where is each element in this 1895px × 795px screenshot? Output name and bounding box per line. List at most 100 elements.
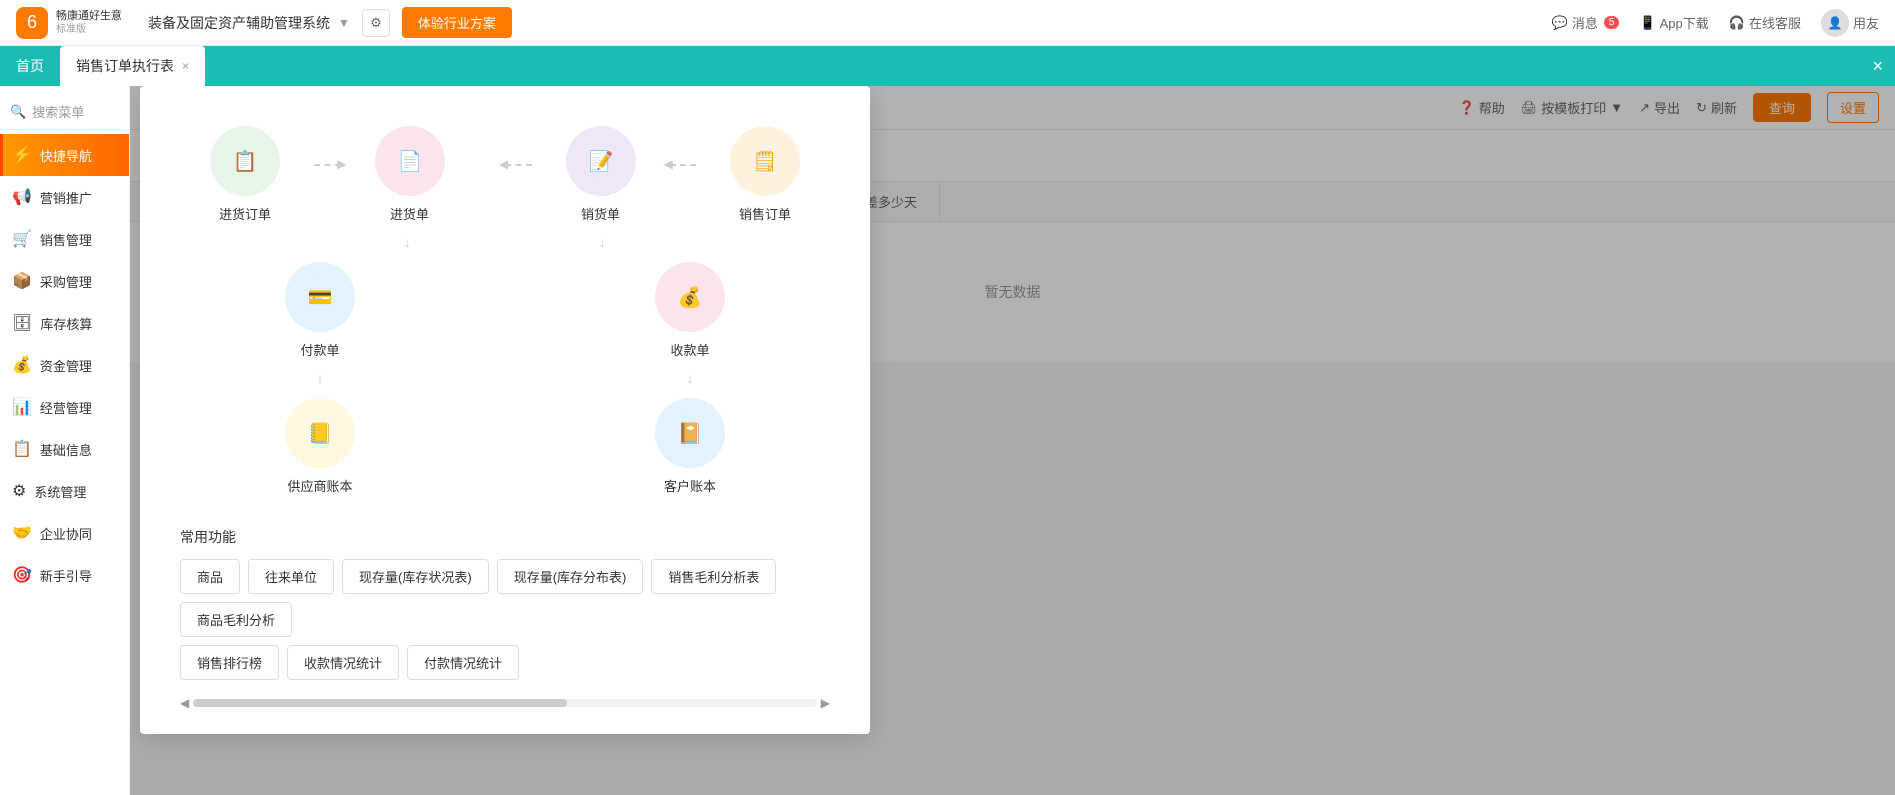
sidebar-item-newbie[interactable]: 🎯 新手引导: [0, 554, 129, 596]
svg-text:🗒: 🗒: [752, 150, 777, 173]
sidebar-item-inventory[interactable]: 🗄 库存核算: [0, 302, 129, 344]
func-btn-商品毛利分析[interactable]: 商品毛利分析: [180, 602, 292, 637]
down-arrow-receipt: ↓: [625, 367, 755, 390]
tab-close-icon[interactable]: ×: [182, 59, 189, 73]
dropdown-arrow-icon[interactable]: ▼: [338, 16, 350, 30]
operations-icon: 📊: [12, 397, 32, 417]
sidebar-item-purchase[interactable]: 📦 采购管理: [0, 260, 129, 302]
scrollbar-thumb: [193, 699, 567, 707]
sidebar: 🔍 搜索菜单 ⚡ 快捷导航 📢 营销推广 🛒 销售管理 📦 采购管理 🗄 库存核…: [0, 86, 130, 795]
func-btn-商品[interactable]: 商品: [180, 559, 240, 594]
purchase-order-circle[interactable]: 📋: [210, 126, 280, 196]
flow-item-receipt[interactable]: 💰 收款单: [625, 254, 755, 367]
flow-item-purchase-order[interactable]: 📋 进货订单: [180, 118, 310, 231]
svg-text:📝: 📝: [588, 149, 613, 173]
user-menu-button[interactable]: 👤 用友: [1821, 9, 1879, 37]
quick-nav-icon: ⚡: [12, 145, 32, 165]
svg-text:💳: 💳: [308, 287, 333, 309]
quick-nav-modal: 📋 进货订单 ▶ 📄: [140, 86, 870, 734]
scrollbar-track: [193, 699, 817, 707]
sidebar-item-operations[interactable]: 📊 经营管理: [0, 386, 129, 428]
common-functions: 常用功能 商品往来单位现存量(库存状况表)现存量(库存分布表)销售毛利分析表商品…: [180, 527, 830, 680]
common-functions-title: 常用功能: [180, 527, 830, 547]
sidebar-item-finance[interactable]: 💰 资金管理: [0, 344, 129, 386]
top-right-actions: 💬 消息 5 📱 App下载 🎧 在线客服 👤 用友: [1552, 9, 1879, 37]
customer-account-circle[interactable]: 📔: [655, 398, 725, 468]
finance-icon: 💰: [12, 355, 32, 375]
app-download-button[interactable]: 📱 App下载: [1639, 13, 1708, 32]
tab-home[interactable]: 首页: [0, 46, 60, 86]
content-area: ❓ 帮助 🖨 按模板打印 ▼ ↗ 导出 ↻ 刷新 查询 设置 📅: [130, 86, 1895, 795]
func-btn-往来单位[interactable]: 往来单位: [248, 559, 334, 594]
spacer-mid: [405, 367, 605, 390]
newbie-icon: 🎯: [12, 565, 32, 585]
search-icon: 🔍: [10, 104, 26, 120]
online-service-button[interactable]: 🎧 在线客服: [1729, 13, 1801, 32]
top-bar: 6 畅康通好生意 标准版 装备及固定资产辅助管理系统 ▼ ⚙ 体验行业方案 💬 …: [0, 0, 1895, 46]
flow-item-supplier-account[interactable]: 📒 供应商账本: [255, 390, 385, 503]
flow-item-payment[interactable]: 💳 付款单: [255, 254, 385, 367]
func-btn-现存量(库存状况表)[interactable]: 现存量(库存状况表): [342, 559, 489, 594]
try-industry-button[interactable]: 体验行业方案: [402, 7, 512, 38]
modal-scrollbar: ◀ ▶: [180, 696, 830, 710]
flow-item-customer-account[interactable]: 📔 客户账本: [625, 390, 755, 503]
tab-sales-execution[interactable]: 销售订单执行表 ×: [60, 46, 205, 86]
supplier-account-circle[interactable]: 📒: [285, 398, 355, 468]
svg-text:📄: 📄: [397, 149, 422, 173]
system-title: 装备及固定资产辅助管理系统 ▼: [148, 13, 350, 33]
receipt-circle[interactable]: 💰: [655, 262, 725, 332]
marketing-icon: 📢: [12, 187, 32, 207]
tab-bar-close-icon[interactable]: ×: [1872, 56, 1883, 77]
func-btn-销售毛利分析表[interactable]: 销售毛利分析表: [651, 559, 776, 594]
message-button[interactable]: 💬 消息 5: [1552, 13, 1620, 32]
arrow-4: ◀: [666, 164, 701, 166]
purchase-bill-circle[interactable]: 📄: [375, 126, 445, 196]
scroll-right-icon[interactable]: ▶: [821, 696, 830, 710]
modal-overlay: 📋 进货订单 ▶ 📄: [130, 86, 1895, 795]
tab-bar: 首页 销售订单执行表 × ×: [0, 46, 1895, 86]
arrow-1: ▶: [310, 164, 345, 166]
func-btn-付款情况统计[interactable]: 付款情况统计: [407, 645, 519, 680]
inventory-icon: 🗄: [12, 313, 32, 333]
main-layout: 🔍 搜索菜单 ⚡ 快捷导航 📢 营销推广 🛒 销售管理 📦 采购管理 🗄 库存核…: [0, 86, 1895, 795]
svg-text:📔: 📔: [678, 422, 703, 445]
sidebar-item-system[interactable]: ⚙ 系统管理: [0, 470, 129, 512]
system-icon: ⚙: [12, 481, 26, 501]
down-arrow-payment: ↓: [255, 367, 385, 390]
user-avatar: 👤: [1821, 9, 1849, 37]
flow-item-purchase-bill[interactable]: 📄 进货单: [345, 118, 475, 231]
purchase-icon: 📦: [12, 271, 32, 291]
flow-item-sale-bill[interactable]: 📝 销货单: [536, 118, 666, 231]
func-btn-收款情况统计[interactable]: 收款情况统计: [287, 645, 399, 680]
func-btn-销售排行榜[interactable]: 销售排行榜: [180, 645, 279, 680]
payment-circle[interactable]: 💳: [285, 262, 355, 332]
down-arrow-sale-bill: ↓: [538, 231, 668, 254]
scroll-left-icon[interactable]: ◀: [180, 696, 189, 710]
sidebar-item-quick-nav[interactable]: ⚡ 快捷导航: [0, 134, 129, 176]
sidebar-item-marketing[interactable]: 📢 营销推广: [0, 176, 129, 218]
sale-order-circle[interactable]: 🗒: [730, 126, 800, 196]
gear-button[interactable]: ⚙: [362, 9, 390, 37]
sale-bill-circle[interactable]: 📝: [566, 126, 636, 196]
down-arrow-spacer-1: [180, 231, 310, 254]
down-arrow-purchase-bill: ↓: [343, 231, 473, 254]
logo-icon: 6: [16, 7, 48, 39]
down-arrow-spacer-5: [668, 231, 701, 254]
func-buttons-row1: 商品往来单位现存量(库存状况表)现存量(库存分布表)销售毛利分析表商品毛利分析: [180, 559, 830, 637]
sidebar-item-basic-info[interactable]: 📋 基础信息: [0, 428, 129, 470]
func-buttons-row2: 销售排行榜收款情况统计付款情况统计: [180, 645, 830, 680]
sidebar-item-sales[interactable]: 🛒 销售管理: [0, 218, 129, 260]
func-btn-现存量(库存分布表)[interactable]: 现存量(库存分布表): [497, 559, 644, 594]
svg-text:📒: 📒: [308, 422, 333, 445]
message-badge: 5: [1604, 16, 1620, 29]
enterprise-icon: 🤝: [12, 523, 32, 543]
sidebar-item-enterprise[interactable]: 🤝 企业协同: [0, 512, 129, 554]
message-icon: 💬: [1552, 15, 1568, 31]
arrow-3: ◀: [501, 164, 536, 166]
flow-item-sale-order[interactable]: 🗒 销售订单: [700, 118, 830, 231]
down-arrow-spacer-2: [310, 231, 343, 254]
basic-info-icon: 📋: [12, 439, 32, 459]
down-arrow-spacer-3: [473, 231, 506, 254]
down-arrow-spacer-4: [505, 231, 538, 254]
sidebar-search[interactable]: 🔍 搜索菜单: [0, 94, 129, 130]
